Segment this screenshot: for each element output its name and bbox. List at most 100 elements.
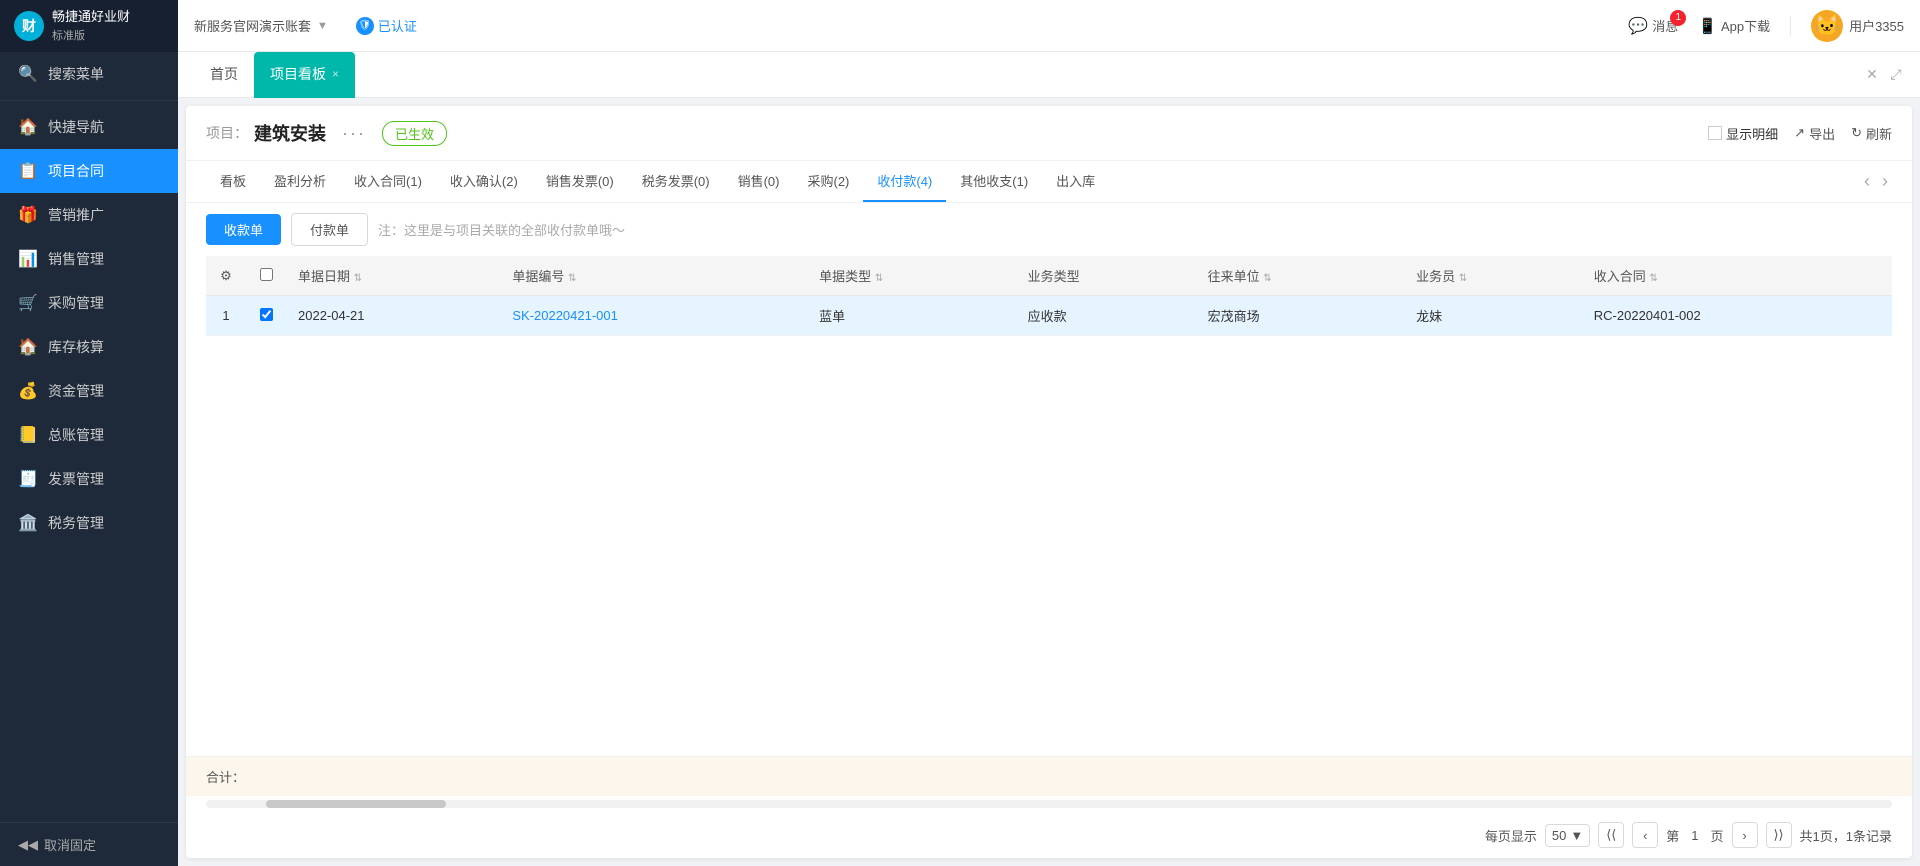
sub-tab-income-confirm-label: 收入确认(2) [450,174,518,189]
sidebar-item-label: 销售管理 [48,249,104,269]
page-suffix: 页 [1711,826,1724,845]
certified-text: 已认证 [378,16,417,35]
row-partner: 宏茂商场 [1196,296,1404,336]
window-maximize-button[interactable]: ⤢ [1888,67,1904,83]
select-all-checkbox[interactable] [260,268,273,281]
col-number[interactable]: 单据编号 ⇅ [500,256,807,296]
sidebar-item-tax[interactable]: 🏛️ 税务管理 [0,501,178,545]
topbar-divider [1790,16,1791,36]
logo-text-wrap: 畅捷通好业财 标准版 [52,9,130,44]
sub-tab-purchase-label: 采购(2) [807,174,849,189]
sub-tab-tax-invoice[interactable]: 税务发票(0) [628,161,724,202]
col-settings[interactable]: ⚙ [206,256,246,296]
page-size-select[interactable]: 50 ▼ [1545,824,1590,847]
sub-tabs-prev-icon[interactable]: ‹ [1860,171,1874,192]
scroll-track[interactable] [206,800,1892,808]
sales-icon: 📊 [18,249,38,269]
sub-tab-tax-invoice-label: 税务发票(0) [642,174,710,189]
project-icon: 📋 [18,161,38,181]
msg-icon: 💬 [1628,16,1648,36]
more-options-icon[interactable]: ··· [342,123,366,144]
sub-tab-income-contract[interactable]: 收入合同(1) [340,161,436,202]
refresh-button[interactable]: ↻ 刷新 [1851,124,1892,143]
sub-tab-inout[interactable]: 出入库 [1042,161,1109,202]
row-number[interactable]: SK-20220421-001 [500,296,807,336]
window-close-button[interactable]: ✕ [1864,67,1880,83]
row-check[interactable] [246,296,286,336]
show-detail-check[interactable]: 显示明细 [1708,124,1778,143]
col-date-label: 单据日期 [298,269,350,284]
col-income-contract[interactable]: 收入合同 ⇅ [1582,256,1892,296]
sort-icon: ⇅ [1263,273,1271,284]
row-number-link[interactable]: SK-20220421-001 [512,308,618,323]
sub-tab-sales-invoice[interactable]: 销售发票(0) [532,161,628,202]
sidebar-item-project[interactable]: 📋 项目合同 [0,149,178,193]
col-salesman[interactable]: 业务员 ⇅ [1404,256,1582,296]
sub-tab-income-confirm[interactable]: 收入确认(2) [436,161,532,202]
account-text: 新服务官网演示账套 [194,16,311,35]
sidebar-item-quicknav[interactable]: 🏠 快捷导航 [0,105,178,149]
payment-btn[interactable]: 付款单 [291,213,368,246]
last-page-button[interactable]: ⟩⟩ [1766,822,1792,848]
inventory-icon: 🏠 [18,337,38,357]
sub-tab-other-expense-label: 其他收支(1) [960,174,1028,189]
sidebar-item-search[interactable]: 🔍 搜索菜单 [0,52,178,96]
page-title-label: 项目： [206,123,248,143]
row-salesman: 龙妹 [1404,296,1582,336]
refresh-icon: ↻ [1851,125,1862,141]
logo-text: 畅捷通好业财 [52,9,130,26]
sidebar-item-finance[interactable]: 💰 资金管理 [0,369,178,413]
export-button[interactable]: ↗ 导出 [1794,124,1835,143]
topbar: 新服务官网演示账套 ▼ 🛡 已认证 💬 消息 1 📱 App下载 🐱 用户335 [178,0,1920,52]
prev-page-button[interactable]: ‹ [1632,822,1658,848]
sub-tabs-next-icon[interactable]: › [1878,171,1892,192]
sub-tab-purchase[interactable]: 采购(2) [793,161,863,202]
current-page: 1 [1691,828,1698,843]
row-checkbox[interactable] [260,308,273,321]
certified-shield-icon: 🛡 [356,17,374,35]
sub-tab-profit[interactable]: 盈利分析 [260,161,340,202]
col-date[interactable]: 单据日期 ⇅ [286,256,500,296]
sidebar-item-inventory[interactable]: 🏠 库存核算 [0,325,178,369]
sub-tab-other-expense[interactable]: 其他收支(1) [946,161,1042,202]
tab-project-board[interactable]: 项目看板 × [254,52,355,98]
sub-tab-profit-label: 盈利分析 [274,174,326,189]
purchase-icon: 🛒 [18,293,38,313]
sidebar-version: 标准版 [52,27,130,43]
first-page-button[interactable]: ⟨⟨ [1598,822,1624,848]
sort-icon: ⇅ [875,273,883,284]
sidebar-item-label: 库存核算 [48,337,104,357]
sidebar-item-ledger[interactable]: 📒 总账管理 [0,413,178,457]
sidebar-item-label: 搜索菜单 [48,64,104,84]
topbar-app[interactable]: 📱 App下载 [1698,16,1770,35]
app-label: App下载 [1721,16,1770,35]
receipt-btn[interactable]: 收款单 [206,214,281,245]
sidebar-item-label: 项目合同 [48,161,104,181]
sidebar-item-sales[interactable]: 📊 销售管理 [0,237,178,281]
sub-tab-receivable[interactable]: 收付款(4) [863,161,946,202]
sidebar-item-label: 资金管理 [48,381,104,401]
col-biz-type: 业务类型 [1016,256,1196,296]
topbar-msg[interactable]: 💬 消息 1 [1628,16,1678,36]
tab-close-icon[interactable]: × [332,67,339,81]
table-row[interactable]: 1 2022-04-21 SK-20220421-001 蓝单 应收款 宏茂商场 [206,296,1892,336]
scroll-thumb[interactable] [266,800,446,808]
sidebar-footer-unpin[interactable]: ◀◀ 取消固定 [0,822,178,866]
dropdown-arrow-icon: ▼ [317,20,328,32]
sub-tab-kanban[interactable]: 看板 [206,161,260,202]
topbar-user[interactable]: 🐱 用户3355 [1811,10,1904,42]
sidebar-item-marketing[interactable]: 🎁 营销推广 [0,193,178,237]
topbar-account[interactable]: 新服务官网演示账套 ▼ [194,16,328,35]
row-income-contract: RC-20220401-002 [1582,296,1892,336]
next-page-button[interactable]: › [1732,822,1758,848]
col-type[interactable]: 单据类型 ⇅ [807,256,1015,296]
tab-home[interactable]: 首页 [194,52,254,98]
marketing-icon: 🎁 [18,205,38,225]
sidebar-item-purchase[interactable]: 🛒 采购管理 [0,281,178,325]
col-partner[interactable]: 往来单位 ⇅ [1196,256,1404,296]
sidebar-item-label: 采购管理 [48,293,104,313]
page-title: 建筑安装 [254,120,326,146]
sub-tab-sales[interactable]: 销售(0) [724,161,794,202]
sidebar-item-label: 营销推广 [48,205,104,225]
sidebar-item-invoice[interactable]: 🧾 发票管理 [0,457,178,501]
